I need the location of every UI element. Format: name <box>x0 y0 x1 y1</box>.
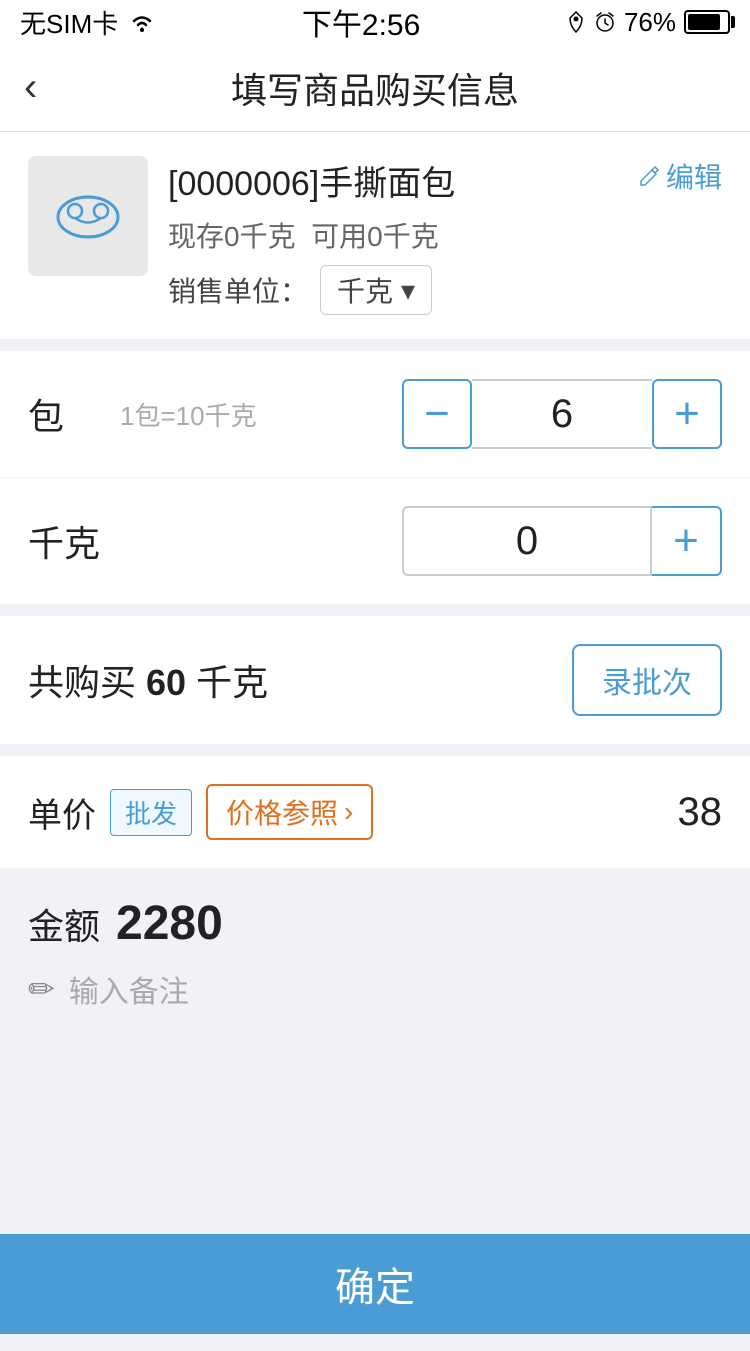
kilogram-increment-button[interactable]: + <box>652 506 722 576</box>
status-time: 下午2:56 <box>302 0 420 44</box>
package-row: 包 1包=10千克 − + <box>0 351 750 478</box>
alarm-icon <box>594 11 616 33</box>
price-badge: 批发 <box>110 789 192 836</box>
product-card: [0000006]手撕面包 现存0千克 可用0千克 销售单位： 千克 ▾ 编辑 <box>0 132 750 339</box>
package-increment-button[interactable]: + <box>652 379 722 449</box>
status-right: 76% <box>566 7 730 38</box>
page-title: 填写商品购买信息 <box>231 62 519 114</box>
summary-text: 共购买 60 千克 <box>28 654 572 706</box>
back-button[interactable]: ‹ <box>24 65 37 110</box>
price-ref-chevron: › <box>344 796 353 828</box>
edit-icon <box>638 165 660 187</box>
price-section: 单价 批发 价格参照 › 38 <box>0 756 750 868</box>
price-value: 38 <box>678 790 723 835</box>
status-bar: 无SIM卡 下午2:56 76% <box>0 0 750 44</box>
product-image <box>28 156 148 276</box>
summary-amount: 60 <box>146 662 196 703</box>
status-left: 无SIM卡 <box>20 4 156 41</box>
kilogram-qty-input[interactable] <box>402 506 652 576</box>
amount-row: 金额 2280 <box>28 896 722 951</box>
location-icon <box>566 10 586 34</box>
footer[interactable]: 确定 <box>0 1234 750 1334</box>
amount-value: 2280 <box>116 896 223 951</box>
package-label: 包 <box>28 388 108 440</box>
wifi-icon <box>128 11 156 33</box>
summary-row: 共购买 60 千克 录批次 <box>0 616 750 744</box>
price-label: 单价 <box>28 788 96 837</box>
edit-button[interactable]: 编辑 <box>638 156 722 196</box>
package-decrement-button[interactable]: − <box>402 379 472 449</box>
remark-placeholder: 输入备注 <box>69 967 189 1011</box>
price-ref-button[interactable]: 价格参照 › <box>206 784 373 840</box>
package-qty-input[interactable] <box>472 379 652 449</box>
chevron-down-icon: ▾ <box>401 274 415 307</box>
unit-selector[interactable]: 千克 ▾ <box>320 265 432 315</box>
battery-percent: 76% <box>624 7 676 38</box>
battery-icon <box>684 10 730 34</box>
carrier-text: 无SIM卡 <box>20 4 118 41</box>
amount-label: 金额 <box>28 898 100 950</box>
package-qty-control: − + <box>402 379 722 449</box>
package-hint: 1包=10千克 <box>120 396 402 433</box>
product-unit-row: 销售单位： 千克 ▾ <box>168 265 722 315</box>
package-section: 包 1包=10千克 − + 千克 + <box>0 351 750 604</box>
remark-row[interactable]: ✏ 输入备注 <box>28 967 722 1031</box>
nav-bar: ‹ 填写商品购买信息 <box>0 44 750 132</box>
product-stock: 现存0千克 可用0千克 <box>168 215 722 255</box>
confirm-button[interactable]: 确定 <box>335 1255 415 1313</box>
price-row: 单价 批发 价格参照 › 38 <box>28 784 722 840</box>
product-logo <box>53 189 123 244</box>
kilogram-qty-control: + <box>402 506 722 576</box>
pencil-icon: ✏ <box>28 970 55 1008</box>
amount-section: 金额 2280 ✏ 输入备注 <box>0 868 750 1031</box>
batch-button[interactable]: 录批次 <box>572 644 722 716</box>
kilogram-row: 千克 + <box>0 478 750 604</box>
kilogram-label: 千克 <box>28 515 108 567</box>
